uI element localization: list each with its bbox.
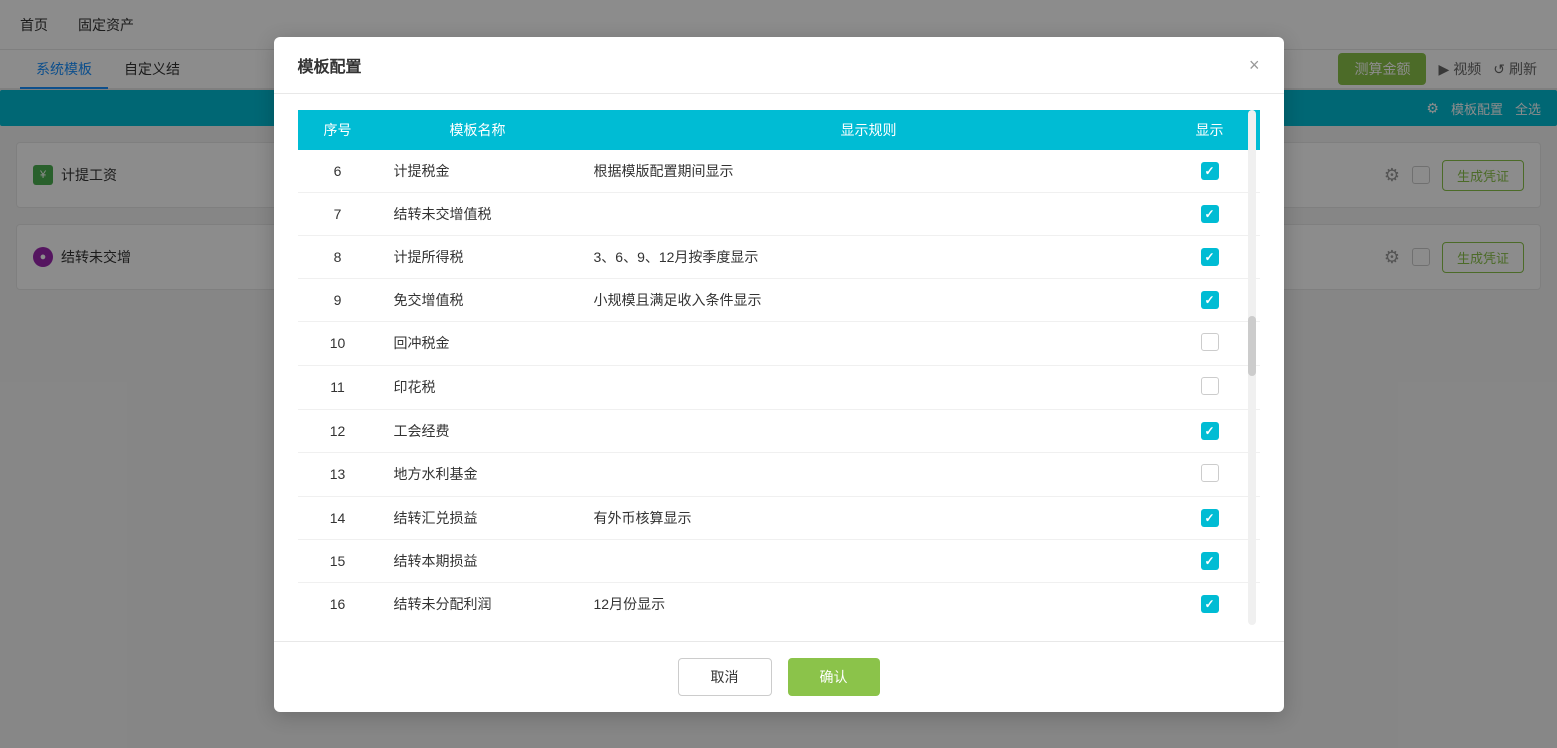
- table-wrapper: 序号 模板名称 显示规则 显示 6计提税金根据模版配置期间显示7结转未交增值税8…: [298, 110, 1260, 625]
- table-row: 15结转本期损益: [298, 539, 1260, 582]
- cell-id: 7: [298, 192, 378, 235]
- table-row: 7结转未交增值税: [298, 192, 1260, 235]
- cell-checkbox: [1160, 582, 1260, 625]
- table-row: 8计提所得税3、6、9、12月按季度显示: [298, 235, 1260, 278]
- row-checkbox-9[interactable]: [1201, 291, 1219, 309]
- row-checkbox-6[interactable]: [1201, 162, 1219, 180]
- cell-checkbox: [1160, 452, 1260, 496]
- row-checkbox-11[interactable]: [1201, 377, 1219, 395]
- row-checkbox-7[interactable]: [1201, 205, 1219, 223]
- cell-rule: [578, 365, 1160, 409]
- cell-id: 9: [298, 278, 378, 321]
- config-table: 序号 模板名称 显示规则 显示 6计提税金根据模版配置期间显示7结转未交增值税8…: [298, 110, 1260, 625]
- table-body: 6计提税金根据模版配置期间显示7结转未交增值税8计提所得税3、6、9、12月按季…: [298, 150, 1260, 625]
- col-header-id: 序号: [298, 110, 378, 150]
- scrollbar-track[interactable]: [1248, 110, 1256, 625]
- cell-checkbox: [1160, 539, 1260, 582]
- row-checkbox-14[interactable]: [1201, 509, 1219, 527]
- cell-checkbox: [1160, 150, 1260, 193]
- cell-rule: [578, 321, 1160, 365]
- col-header-rule: 显示规则: [578, 110, 1160, 150]
- cancel-button[interactable]: 取消: [678, 658, 772, 696]
- cell-id: 13: [298, 452, 378, 496]
- cell-name: 回冲税金: [378, 321, 578, 365]
- cell-checkbox: [1160, 278, 1260, 321]
- cell-name: 结转本期损益: [378, 539, 578, 582]
- modal-close-button[interactable]: ×: [1249, 56, 1260, 74]
- row-checkbox-15[interactable]: [1201, 552, 1219, 570]
- row-checkbox-13[interactable]: [1201, 464, 1219, 482]
- cell-id: 15: [298, 539, 378, 582]
- modal-title: 模板配置: [298, 53, 362, 77]
- cell-name: 结转未分配利润: [378, 582, 578, 625]
- cell-rule: [578, 192, 1160, 235]
- cell-checkbox: [1160, 365, 1260, 409]
- row-checkbox-12[interactable]: [1201, 422, 1219, 440]
- table-row: 16结转未分配利润12月份显示: [298, 582, 1260, 625]
- table-row: 10回冲税金: [298, 321, 1260, 365]
- cell-checkbox: [1160, 409, 1260, 452]
- modal-footer: 取消 确认: [274, 641, 1284, 712]
- row-checkbox-8[interactable]: [1201, 248, 1219, 266]
- cell-rule: [578, 452, 1160, 496]
- cell-id: 10: [298, 321, 378, 365]
- modal-overlay: 模板配置 × 序号 模板名称 显示规则 显示 6计提税金根据模版配置期间显: [0, 0, 1557, 748]
- cell-rule: 3、6、9、12月按季度显示: [578, 235, 1160, 278]
- table-row: 6计提税金根据模版配置期间显示: [298, 150, 1260, 193]
- cell-checkbox: [1160, 192, 1260, 235]
- cell-id: 11: [298, 365, 378, 409]
- cell-checkbox: [1160, 321, 1260, 365]
- col-header-name: 模板名称: [378, 110, 578, 150]
- table-row: 14结转汇兑损益有外币核算显示: [298, 496, 1260, 539]
- cell-name: 免交增值税: [378, 278, 578, 321]
- cell-rule: 小规模且满足收入条件显示: [578, 278, 1160, 321]
- cell-name: 计提税金: [378, 150, 578, 193]
- cell-id: 6: [298, 150, 378, 193]
- cell-rule: 有外币核算显示: [578, 496, 1160, 539]
- cell-name: 结转未交增值税: [378, 192, 578, 235]
- table-row: 9免交增值税小规模且满足收入条件显示: [298, 278, 1260, 321]
- cell-id: 8: [298, 235, 378, 278]
- cell-rule: [578, 539, 1160, 582]
- cell-id: 16: [298, 582, 378, 625]
- row-checkbox-10[interactable]: [1201, 333, 1219, 351]
- modal-header: 模板配置 ×: [274, 37, 1284, 94]
- cell-name: 工会经费: [378, 409, 578, 452]
- cell-checkbox: [1160, 235, 1260, 278]
- cell-name: 印花税: [378, 365, 578, 409]
- confirm-button[interactable]: 确认: [788, 658, 880, 696]
- table-head: 序号 模板名称 显示规则 显示: [298, 110, 1260, 150]
- col-header-display: 显示: [1160, 110, 1260, 150]
- cell-rule: 根据模版配置期间显示: [578, 150, 1160, 193]
- cell-id: 14: [298, 496, 378, 539]
- row-checkbox-16[interactable]: [1201, 595, 1219, 613]
- table-row: 12工会经费: [298, 409, 1260, 452]
- modal-template-config: 模板配置 × 序号 模板名称 显示规则 显示 6计提税金根据模版配置期间显: [274, 37, 1284, 712]
- cell-checkbox: [1160, 496, 1260, 539]
- cell-id: 12: [298, 409, 378, 452]
- cell-name: 计提所得税: [378, 235, 578, 278]
- cell-rule: [578, 409, 1160, 452]
- scrollbar-thumb[interactable]: [1248, 316, 1256, 376]
- table-row: 13地方水利基金: [298, 452, 1260, 496]
- cell-rule: 12月份显示: [578, 582, 1160, 625]
- table-row: 11印花税: [298, 365, 1260, 409]
- cell-name: 结转汇兑损益: [378, 496, 578, 539]
- modal-body: 序号 模板名称 显示规则 显示 6计提税金根据模版配置期间显示7结转未交增值税8…: [274, 94, 1284, 641]
- cell-name: 地方水利基金: [378, 452, 578, 496]
